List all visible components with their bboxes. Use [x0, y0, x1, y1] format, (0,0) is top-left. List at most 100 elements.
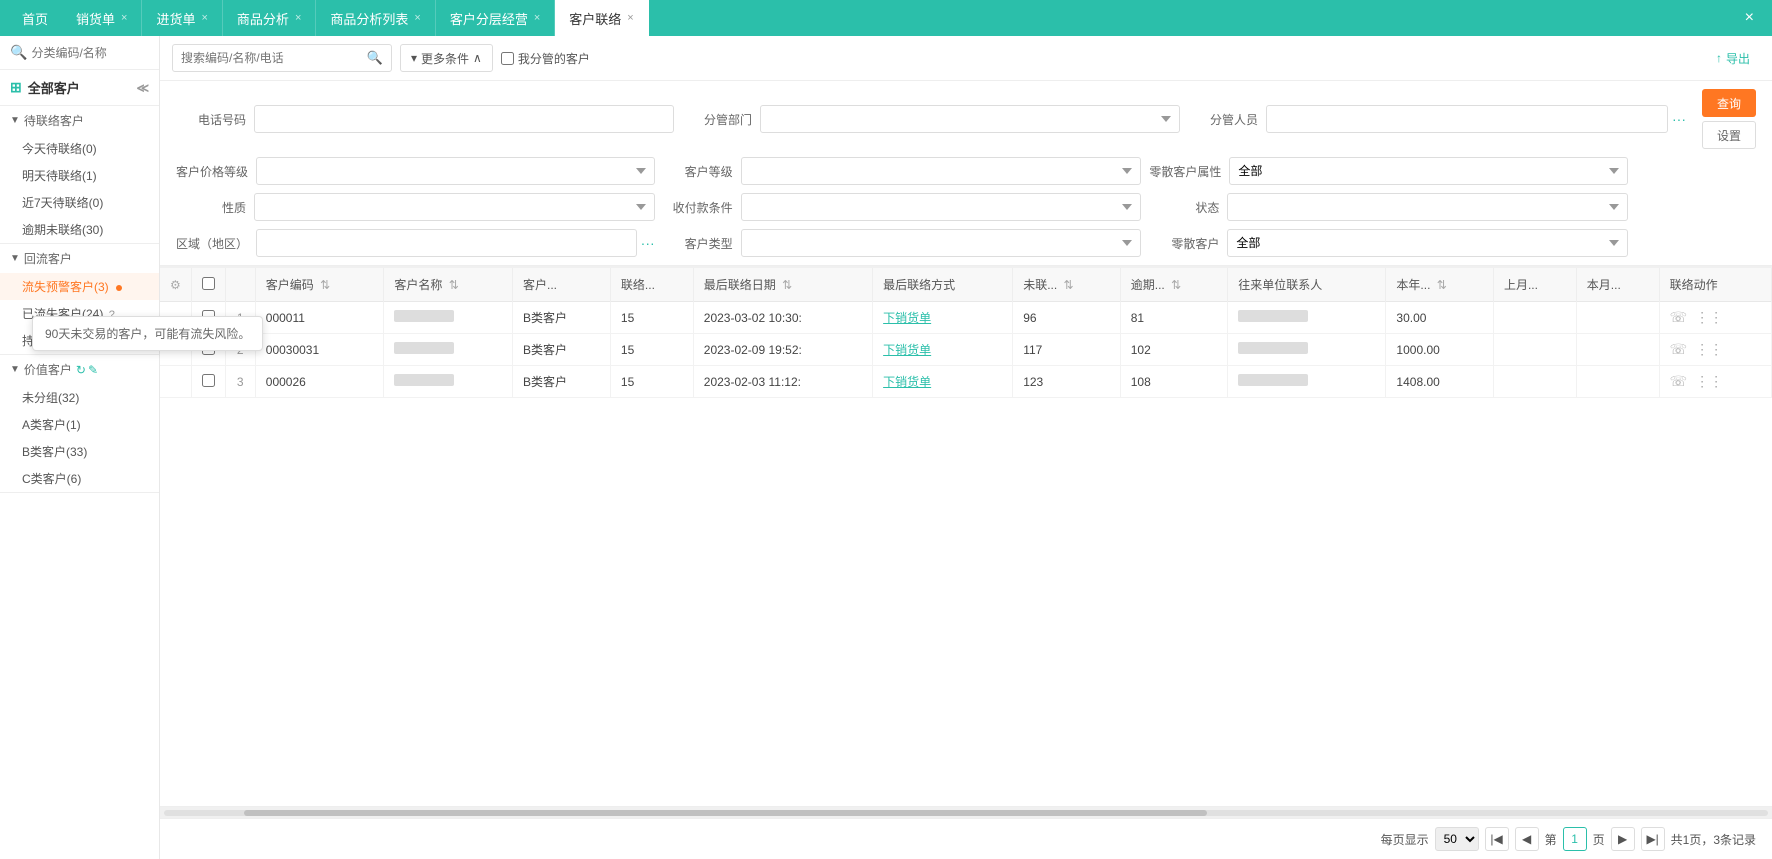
- sidebar-all-customers[interactable]: ⊞ 全部客户 ≪: [0, 70, 159, 106]
- section-pending-title[interactable]: ▼ 待联络客户: [0, 106, 159, 135]
- sidebar-item-class-a[interactable]: A类客户(1): [0, 411, 159, 438]
- tab-analysis-close[interactable]: ×: [295, 12, 301, 24]
- th-this-year[interactable]: 本年... ⇅: [1386, 268, 1494, 302]
- person-input[interactable]: [1266, 105, 1668, 133]
- horizontal-scrollbar[interactable]: [160, 806, 1772, 818]
- sidebar-item-week-contact[interactable]: 近7天待联络(0): [0, 189, 159, 216]
- tab-customer-contact-close[interactable]: ×: [627, 12, 633, 24]
- data-table: ⚙ 客户编码 ⇅ 客户名称 ⇅ 客户... 联络...: [160, 268, 1772, 398]
- td-last-month-2: [1493, 366, 1576, 398]
- query-button[interactable]: 查询: [1702, 89, 1756, 117]
- phone-label: 电话号码: [176, 111, 246, 128]
- action-more-icon-0[interactable]: ⋮⋮: [1695, 309, 1723, 326]
- action-contact-icon-0[interactable]: ☏: [1670, 309, 1688, 326]
- action-more-icon-2[interactable]: ⋮⋮: [1695, 373, 1723, 390]
- next-page-btn[interactable]: ▶: [1611, 827, 1635, 851]
- tab-analysis-list-close[interactable]: ×: [414, 12, 420, 24]
- sidebar-item-churn-warning[interactable]: 流失预警客户(3): [0, 273, 159, 300]
- export-btn[interactable]: ↑ 导出: [1706, 50, 1760, 67]
- customer-type-select[interactable]: [741, 229, 1142, 257]
- sidebar-collapse-btn[interactable]: ≪: [136, 81, 149, 95]
- th-last-contact-date[interactable]: 最后联络日期 ⇅: [693, 268, 872, 302]
- person-dots-btn[interactable]: ···: [1672, 111, 1686, 127]
- table-row: 2 00030031 B类客户 15 2023-02-09 19:52: 下销货…: [160, 334, 1772, 366]
- tab-sales-label: 销货单: [76, 9, 115, 28]
- action-more-icon-1[interactable]: ⋮⋮: [1695, 341, 1723, 358]
- sidebar-item-class-c[interactable]: C类客户(6): [0, 465, 159, 492]
- th-name[interactable]: 客户名称 ⇅: [384, 268, 513, 302]
- section-value-customers: ▼ 价值客户 ↻ ✎ 未分组(32) A类客户(1) B类客户(33) C类客户…: [0, 355, 159, 493]
- prev-page-btn[interactable]: ◀: [1515, 827, 1539, 851]
- action-contact-icon-1[interactable]: ☏: [1670, 341, 1688, 358]
- action-contact-icon-2[interactable]: ☏: [1670, 373, 1688, 390]
- row-checkbox-2[interactable]: [202, 374, 215, 387]
- method-link-2[interactable]: 下销货单: [883, 375, 931, 389]
- tab-customer-contact[interactable]: 客户联络 ×: [555, 0, 648, 36]
- th-settings[interactable]: ⚙: [160, 268, 191, 302]
- th-not-contacted[interactable]: 未联... ⇅: [1013, 268, 1121, 302]
- tab-customer-tier-close[interactable]: ×: [534, 12, 540, 24]
- sidebar-item-class-b[interactable]: B类客户(33): [0, 438, 159, 465]
- window-close-button[interactable]: ×: [1735, 9, 1764, 27]
- phone-input[interactable]: [254, 105, 674, 133]
- value-refresh-icon[interactable]: ↻: [76, 363, 86, 377]
- settings-icon[interactable]: ⚙: [170, 278, 181, 292]
- th-code[interactable]: 客户编码 ⇅: [255, 268, 384, 302]
- first-page-btn[interactable]: |◀: [1485, 827, 1509, 851]
- region-dots-btn[interactable]: ···: [641, 235, 655, 251]
- region-input[interactable]: [256, 229, 637, 257]
- th-index: [225, 268, 255, 302]
- tab-purchase[interactable]: 进货单 ×: [142, 0, 222, 36]
- tab-customer-tier[interactable]: 客户分层经营 ×: [436, 0, 555, 36]
- tab-purchase-close[interactable]: ×: [201, 12, 207, 24]
- tabs-bar: 首页 销货单 × 进货单 × 商品分析 × 商品分析列表 × 客户分层经营 × …: [0, 0, 1772, 36]
- more-conditions-label: 更多条件: [421, 50, 469, 67]
- tab-analysis-list[interactable]: 商品分析列表 ×: [316, 0, 435, 36]
- last-page-btn[interactable]: ▶|: [1641, 827, 1665, 851]
- td-method-2: 下销货单: [873, 366, 1013, 398]
- td-code-2: 000026: [255, 366, 384, 398]
- tab-home[interactable]: 首页: [8, 0, 62, 36]
- select-all-checkbox[interactable]: [202, 277, 215, 290]
- td-this-year-1: 1000.00: [1386, 334, 1494, 366]
- retail-attr-label: 零散客户属性: [1149, 163, 1221, 180]
- more-conditions-btn[interactable]: ▾ 更多条件 ∧: [400, 44, 493, 72]
- toolbar-search-input[interactable]: [181, 51, 367, 65]
- tab-analysis[interactable]: 商品分析 ×: [223, 0, 316, 36]
- sidebar-item-today-contact[interactable]: 今天待联络(0): [0, 135, 159, 162]
- td-not-contacted-0: 96: [1013, 302, 1121, 334]
- td-index-2: 3: [225, 366, 255, 398]
- payment-select[interactable]: [741, 193, 1142, 221]
- gender-select[interactable]: [254, 193, 655, 221]
- scrollbar-thumb[interactable]: [244, 810, 1206, 816]
- method-link-0[interactable]: 下销货单: [883, 311, 931, 325]
- price-tier-select[interactable]: [256, 157, 655, 185]
- toolbar-search-icon[interactable]: 🔍: [367, 50, 383, 66]
- dept-select[interactable]: [760, 105, 1180, 133]
- retail-customer-select[interactable]: 全部: [1227, 229, 1628, 257]
- retail-attr-select[interactable]: 全部: [1229, 157, 1628, 185]
- section-value-title[interactable]: ▼ 价值客户 ↻ ✎: [0, 355, 159, 384]
- th-overdue[interactable]: 逾期... ⇅: [1120, 268, 1228, 302]
- sidebar-search-area: 🔍: [0, 36, 159, 70]
- customer-tier-select[interactable]: [741, 157, 1142, 185]
- td-method-1: 下销货单: [873, 334, 1013, 366]
- tab-sales-close[interactable]: ×: [121, 12, 127, 24]
- page-suffix-label: 页: [1593, 831, 1605, 848]
- section-returning-title[interactable]: ▼ 回流客户: [0, 244, 159, 273]
- status-select[interactable]: [1227, 193, 1628, 221]
- settings-button[interactable]: 设置: [1702, 121, 1756, 149]
- value-edit-icon[interactable]: ✎: [88, 363, 98, 377]
- sidebar-item-overdue-contact[interactable]: 逾期未联络(30): [0, 216, 159, 243]
- dept-label: 分管部门: [682, 111, 752, 128]
- tomorrow-contact-label: 明天待联络(1): [22, 169, 97, 183]
- td-this-month-0: [1576, 302, 1659, 334]
- sidebar-item-tomorrow-contact[interactable]: 明天待联络(1): [0, 162, 159, 189]
- sidebar-item-ungrouped[interactable]: 未分组(32): [0, 384, 159, 411]
- method-link-1[interactable]: 下销货单: [883, 343, 931, 357]
- toolbar-search-box: 🔍: [172, 44, 392, 72]
- sidebar-search-input[interactable]: [31, 46, 149, 60]
- my-customers-checkbox[interactable]: [501, 52, 514, 65]
- per-page-select[interactable]: 50: [1435, 827, 1479, 851]
- tab-sales[interactable]: 销货单 ×: [62, 0, 142, 36]
